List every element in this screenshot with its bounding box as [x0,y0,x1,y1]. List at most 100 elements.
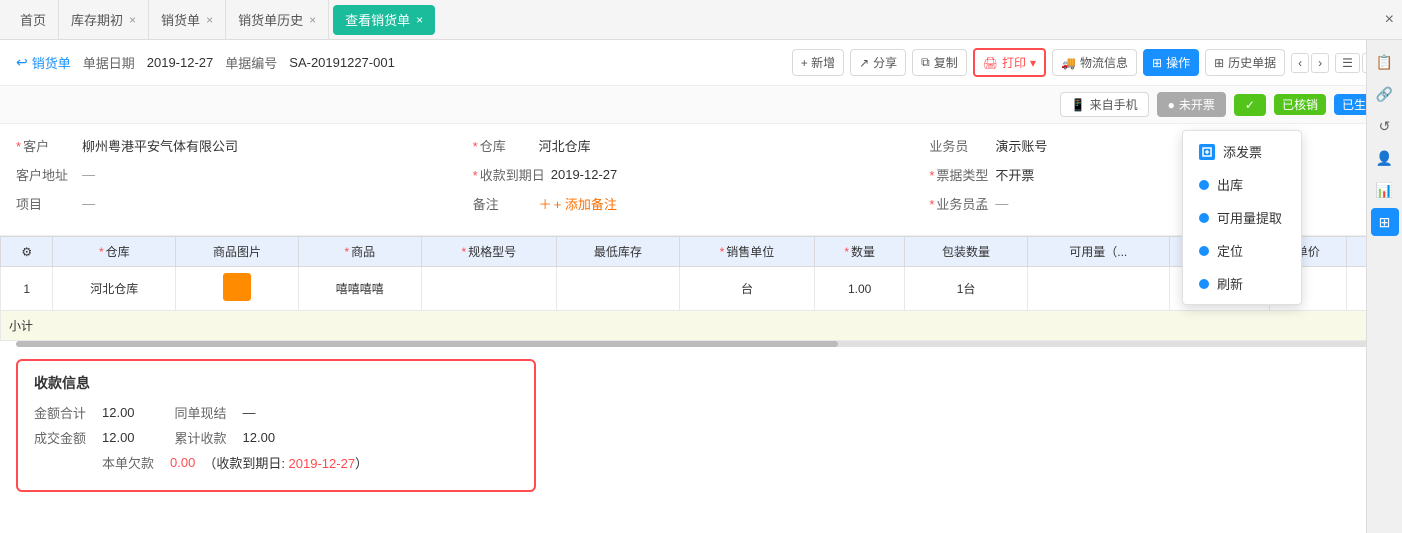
customer-value: 柳州粤港平安气体有限公司 [82,136,238,155]
staff-label: 业务员 [929,136,989,155]
cumulative-field: 累计收款 12.00 [175,428,276,447]
add-note-button[interactable]: ＋ + 添加备注 [539,194,617,213]
sidebar-icon-6[interactable]: ⊞ [1371,208,1399,236]
print-button[interactable]: 🖨 打印 ▾ [975,50,1044,75]
same-order-label: 同单现结 [175,403,235,422]
next-button[interactable]: › [1311,53,1329,73]
tab-sales[interactable]: 销货单 × [149,0,226,40]
total-label: 金额合计 [34,403,94,422]
payment-row-1: 金额合计 12.00 同单现结 — [34,403,518,422]
tab-sales-close[interactable]: × [206,13,213,27]
dropdown-item-locate[interactable]: 定位 [1183,234,1301,267]
dropdown-item-available[interactable]: 可用量提取 [1183,201,1301,234]
new-button[interactable]: + 新增 [792,49,844,76]
cell-qty: 1.00 [815,267,905,311]
share-button[interactable]: ↗ 分享 [850,49,906,76]
staff2-field: 业务员孟 — [929,194,1386,213]
logistics-button[interactable]: 🚚 物流信息 [1052,49,1137,76]
note-label: 备注 [473,194,533,213]
form-row-2: 客户地址 — 收款到期日 2019-12-27 票据类型 不开票 [16,165,1386,184]
col-gear: ⚙ [1,237,53,267]
col-warehouse: 仓库 [53,237,176,267]
history-button[interactable]: ⊞ 历史单据 [1205,49,1285,76]
payment-row-2: 成交金额 12.00 累计收款 12.00 [34,428,518,447]
doc-date-value: 2019-12-27 [147,55,214,70]
right-sidebar: 📋 🔗 ↺ 👤 📊 ⊞ [1366,40,1402,533]
same-order-field: 同单现结 — [175,403,256,422]
window-close-button[interactable]: × [1385,11,1394,29]
not-invoiced-button[interactable]: ● 未开票 [1157,92,1226,117]
copy-icon: ⧉ [921,55,930,70]
doc-info: ↩ 销货单 单据日期 2019-12-27 单据编号 SA-20191227-0… [16,53,784,72]
payment-row-3: 本单欠款 0.00 （收款到期日: 2019-12-27） [34,453,518,472]
cell-warehouse: 河北仓库 [53,267,176,311]
col-avail: 可用量（... [1027,237,1169,267]
warehouse-label: 仓库 [473,136,533,155]
warehouse-value: 河北仓库 [539,136,591,155]
sidebar-icon-4[interactable]: 👤 [1371,144,1399,172]
tab-view-sales[interactable]: 查看销货单 × [333,5,435,35]
sub-toolbar: 📱 来自手机 ● 未开票 ✓ 已核销 已生效 [0,86,1402,124]
form-row-1: 客户 柳州粤港平安气体有限公司 仓库 河北仓库 业务员 演示账号 [16,136,1386,155]
tab-view-sales-close[interactable]: × [416,13,423,27]
outbound-icon [1199,180,1209,190]
owed-value: 0.00 [170,455,195,470]
main-content: ↩ 销货单 单据日期 2019-12-27 单据编号 SA-20191227-0… [0,40,1402,533]
doc-type-label: 销货单 [32,53,71,72]
col-product: 商品 [298,237,421,267]
note-field: 备注 ＋ + 添加备注 [473,194,930,213]
warehouse-field: 仓库 河北仓库 [473,136,930,155]
dropdown-item-outbound[interactable]: 出库 [1183,168,1301,201]
plus-icon: ＋ [539,194,552,213]
owed-field: 本单欠款 0.00 （收款到期日: 2019-12-27） [102,453,368,472]
due-date-value: 2019-12-27 [551,167,618,182]
owed-label: 本单欠款 [102,453,162,472]
print-highlight-box: 🖨 打印 ▾ [973,48,1046,77]
operations-button[interactable]: ⊞ 操作 [1143,49,1199,76]
cell-avail [1027,267,1169,311]
tab-home[interactable]: 首页 [8,0,59,40]
project-label: 项目 [16,194,76,213]
sidebar-icon-1[interactable]: 📋 [1371,48,1399,76]
operations-dropdown: 添发票 出库 可用量提取 定位 刷新 [1182,130,1302,305]
print-dropdown-arrow[interactable]: ▾ [1030,56,1036,70]
print-icon: 🖨 [983,56,998,70]
from-phone-button[interactable]: 📱 来自手机 [1060,92,1149,117]
list-view-button[interactable]: ☰ [1335,53,1360,73]
dropdown-item-refresh[interactable]: 刷新 [1183,267,1301,300]
form-row-3: 项目 — 备注 ＋ + 添加备注 业务员孟 — [16,194,1386,213]
sidebar-icon-5[interactable]: 📊 [1371,176,1399,204]
doc-type-badge: ↩ 销货单 [16,53,71,72]
cell-spec [421,267,556,311]
staff-field: 业务员 演示账号 [929,136,1386,155]
sidebar-icon-2[interactable]: 🔗 [1371,80,1399,108]
product-image [223,273,251,301]
copy-button[interactable]: ⧉ 复制 [912,49,967,76]
prev-button[interactable]: ‹ [1291,53,1309,73]
confirm-button[interactable]: ✓ [1234,94,1266,116]
staff2-label: 业务员孟 [929,194,989,213]
staff-value: 演示账号 [995,136,1047,155]
due-date-field: 收款到期日 2019-12-27 [473,165,930,184]
available-icon [1199,213,1209,223]
col-min-stock: 最低库存 [557,237,680,267]
subtotal-label: 小计 [1,311,1402,341]
sidebar-icon-3[interactable]: ↺ [1371,112,1399,140]
gear-icon[interactable]: ⚙ [21,245,32,259]
tab-inventory-close[interactable]: × [129,13,136,27]
cell-img [176,267,299,311]
toolbar-row: ↩ 销货单 单据日期 2019-12-27 单据编号 SA-20191227-0… [0,40,1402,86]
due-date-label: 收款到期日 [473,165,545,184]
ticket-value: 不开票 [995,165,1034,184]
deal-field: 成交金额 12.00 [34,428,135,447]
tab-sales-history[interactable]: 销货单历史 × [226,0,329,40]
cell-product: 嘻嘻嘻嘻 [298,267,421,311]
tab-sales-history-close[interactable]: × [309,13,316,27]
tab-inventory[interactable]: 库存期初 × [59,0,149,40]
address-value: — [82,167,95,182]
tab-bar: 首页 库存期初 × 销货单 × 销货单历史 × 查看销货单 × × [0,0,1402,40]
col-unit: 销售单位 [679,237,814,267]
grid-icon: ⊞ [1152,56,1162,70]
doc-number-label: 单据编号 [225,53,277,72]
dropdown-item-invoice[interactable]: 添发票 [1183,135,1301,168]
